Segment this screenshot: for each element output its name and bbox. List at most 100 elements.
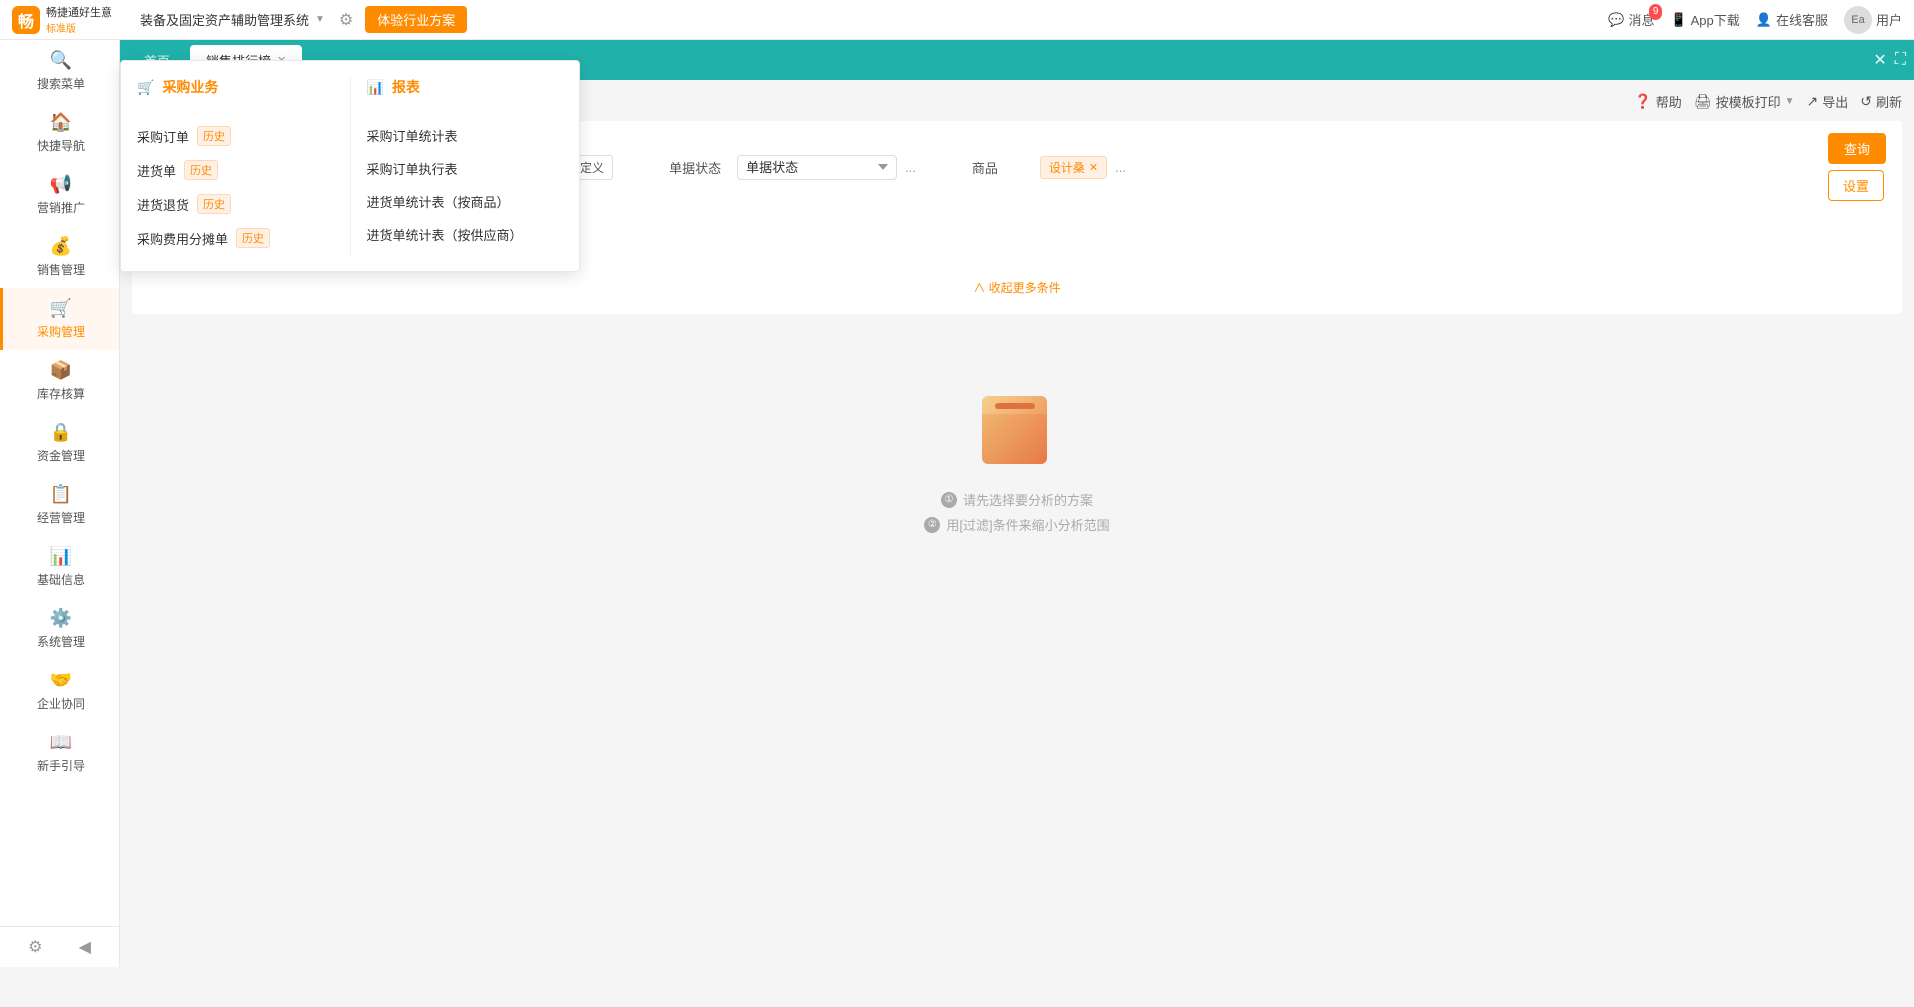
clipboard-icon: 📋 bbox=[50, 484, 72, 505]
menu-item-purchase-order[interactable]: 采购订单 历史 bbox=[137, 119, 334, 153]
menu-item-purchase-order-exec[interactable]: 采购订单执行表 bbox=[367, 152, 564, 185]
sidebar-item-sales[interactable]: 💰 销售管理 bbox=[0, 226, 119, 288]
menu-item-incoming-stat-by-goods[interactable]: 进货单统计表（按商品） bbox=[367, 185, 564, 218]
sidebar-label: 资金管理 bbox=[37, 447, 85, 464]
sidebar-item-purchase[interactable]: 🛒 采购管理 bbox=[0, 288, 119, 350]
help-icon: ❓ bbox=[1634, 93, 1651, 110]
sidebar-label: 新手引导 bbox=[37, 757, 85, 774]
tab-expand-button[interactable]: ⛶ bbox=[1895, 51, 1906, 69]
sidebar-label: 经营管理 bbox=[37, 509, 85, 526]
service-icon: 👤 bbox=[1756, 12, 1772, 28]
export-button[interactable]: ↗ 导出 bbox=[1807, 92, 1849, 111]
history-badge: 历史 bbox=[197, 126, 231, 146]
menu-label: 进货单统计表（按商品） bbox=[367, 192, 510, 211]
voucher-status-label: 单据状态 bbox=[669, 158, 729, 177]
sidebar-item-system[interactable]: ⚙️ 系统管理 bbox=[0, 598, 119, 660]
dropdown-report-title: 报表 bbox=[392, 77, 420, 97]
goods-tag-close[interactable]: ✕ bbox=[1089, 161, 1098, 174]
top-bar: 畅 畅捷通好生意 标准版 装备及固定资产辅助管理系统 ▼ ⚙ 体验行业方案 💬 … bbox=[0, 0, 1914, 40]
bullet-1: ① bbox=[941, 492, 957, 508]
logo: 畅 畅捷通好生意 标准版 bbox=[12, 4, 132, 35]
export-icon: ↗ bbox=[1807, 93, 1819, 110]
avatar: Ea bbox=[1844, 6, 1872, 34]
logo-icon: 畅 bbox=[12, 6, 40, 34]
menu-item-incoming-stat-by-supplier[interactable]: 进货单统计表（按供应商） bbox=[367, 218, 564, 251]
collapse-bar[interactable]: ∧ 收起更多条件 bbox=[148, 275, 1886, 302]
menu-item-purchase-cost[interactable]: 采购费用分摊单 历史 bbox=[137, 221, 334, 255]
sidebar-item-marketing[interactable]: 📢 营销推广 bbox=[0, 164, 119, 226]
dropdown-purchase-title: 采购业务 bbox=[162, 77, 218, 97]
cart-icon: 🛒 bbox=[50, 298, 72, 319]
menu-item-purchase-order-stat[interactable]: 采购订单统计表 bbox=[367, 119, 564, 152]
dropdown-purchase-col: 🛒 采购业务 采购订单 历史 进货单 历史 进货退货 历史 采购费用分摊单 历史 bbox=[137, 77, 334, 255]
refresh-icon: ↺ bbox=[1860, 93, 1872, 110]
query-button[interactable]: 查询 bbox=[1828, 133, 1886, 164]
query-panel: 查询 设置 bbox=[1828, 133, 1886, 201]
help-button[interactable]: ❓ 帮助 bbox=[1634, 92, 1681, 111]
home-icon: 🏠 bbox=[50, 112, 72, 133]
empty-tip-1: ① 请先选择要分析的方案 bbox=[941, 490, 1093, 509]
user-button[interactable]: Ea 用户 bbox=[1844, 6, 1902, 34]
box-icon: 📦 bbox=[50, 360, 72, 381]
sidebar-label: 搜索菜单 bbox=[37, 75, 85, 92]
empty-icon bbox=[967, 394, 1067, 474]
sidebar-item-finance[interactable]: 🔒 资金管理 bbox=[0, 412, 119, 474]
print-button[interactable]: 🖨 按模板打印 ▼ bbox=[1694, 92, 1795, 111]
sidebar-label: 采购管理 bbox=[37, 323, 85, 340]
message-button[interactable]: 💬 9 消息 bbox=[1608, 10, 1654, 29]
book-icon: 📖 bbox=[50, 732, 72, 753]
report-header-icon: 📊 bbox=[367, 79, 384, 96]
logo-tag: 标准版 bbox=[46, 20, 112, 35]
sidebar-label: 基础信息 bbox=[37, 571, 85, 588]
sidebar-label: 企业协同 bbox=[37, 695, 85, 712]
sidebar-settings-button[interactable]: ⚙ bbox=[28, 937, 42, 957]
voucher-status-select[interactable]: 单据状态 bbox=[737, 155, 897, 180]
sidebar-item-operations[interactable]: 📋 经营管理 bbox=[0, 474, 119, 536]
menu-item-incoming[interactable]: 进货单 历史 bbox=[137, 153, 334, 187]
menu-label: 采购费用分摊单 bbox=[137, 229, 228, 248]
refresh-button[interactable]: ↺ 刷新 bbox=[1860, 92, 1902, 111]
sidebar-label: 营销推广 bbox=[37, 199, 85, 216]
tab-bar-actions: ✕ ⛶ bbox=[1873, 50, 1906, 70]
purchase-header-icon: 🛒 bbox=[137, 79, 154, 96]
sidebar-item-quick-nav[interactable]: 🏠 快捷导航 bbox=[0, 102, 119, 164]
purchase-dropdown-menu: 🛒 采购业务 采购订单 历史 进货单 历史 进货退货 历史 采购费用分摊单 历史… bbox=[120, 60, 580, 272]
sidebar-item-enterprise[interactable]: 🤝 企业协同 bbox=[0, 660, 119, 722]
top-bar-right: 💬 9 消息 📱 App下载 👤 在线客服 Ea 用户 bbox=[1608, 6, 1902, 34]
goods-tag: 设计桑 ✕ bbox=[1040, 156, 1107, 179]
voucher-more-dots[interactable]: ... bbox=[905, 160, 916, 175]
print-dropdown-arrow[interactable]: ▼ bbox=[1785, 96, 1795, 107]
dropdown-purchase-header: 🛒 采购业务 bbox=[137, 77, 334, 105]
lock-icon: 🔒 bbox=[50, 422, 72, 443]
sidebar-item-guide[interactable]: 📖 新手引导 bbox=[0, 722, 119, 784]
message-icon: 💬 bbox=[1608, 12, 1624, 28]
history-badge: 历史 bbox=[236, 228, 270, 248]
logo-text: 畅捷通好生意 标准版 bbox=[46, 4, 112, 35]
tab-close-all-button[interactable]: ✕ bbox=[1873, 50, 1886, 70]
goods-more-dots[interactable]: ... bbox=[1115, 160, 1126, 175]
menu-item-incoming-return[interactable]: 进货退货 历史 bbox=[137, 187, 334, 221]
sidebar-item-search[interactable]: 🔍 搜索菜单 bbox=[0, 40, 119, 102]
gear-icon: ⚙️ bbox=[50, 608, 72, 629]
empty-tip-2: ② 用[过滤]条件来缩小分析范围 bbox=[924, 515, 1109, 534]
money-icon: 💰 bbox=[50, 236, 72, 257]
phone-icon: 📱 bbox=[1670, 12, 1686, 28]
message-badge: 9 bbox=[1649, 4, 1663, 20]
title-dropdown-arrow[interactable]: ▼ bbox=[315, 14, 325, 25]
handshake-icon: 🤝 bbox=[50, 670, 72, 691]
history-badge: 历史 bbox=[197, 194, 231, 214]
sidebar-label: 销售管理 bbox=[37, 261, 85, 278]
menu-label: 采购订单 bbox=[137, 127, 189, 146]
menu-label: 采购订单执行表 bbox=[367, 159, 458, 178]
settings-button[interactable]: 设置 bbox=[1828, 170, 1884, 201]
sidebar-collapse-button[interactable]: ◀ bbox=[79, 937, 91, 957]
sidebar-label: 快捷导航 bbox=[37, 137, 85, 154]
industry-button[interactable]: 体验行业方案 bbox=[365, 6, 467, 33]
gear-icon[interactable]: ⚙ bbox=[339, 10, 353, 30]
voucher-status-cell: 单据状态 单据状态 ... bbox=[669, 155, 916, 180]
menu-label: 采购订单统计表 bbox=[367, 126, 458, 145]
app-download-button[interactable]: 📱 App下载 bbox=[1670, 10, 1739, 29]
sidebar-item-inventory[interactable]: 📦 库存核算 bbox=[0, 350, 119, 412]
sidebar-item-basic-info[interactable]: 📊 基础信息 bbox=[0, 536, 119, 598]
online-service-button[interactable]: 👤 在线客服 bbox=[1756, 10, 1828, 29]
